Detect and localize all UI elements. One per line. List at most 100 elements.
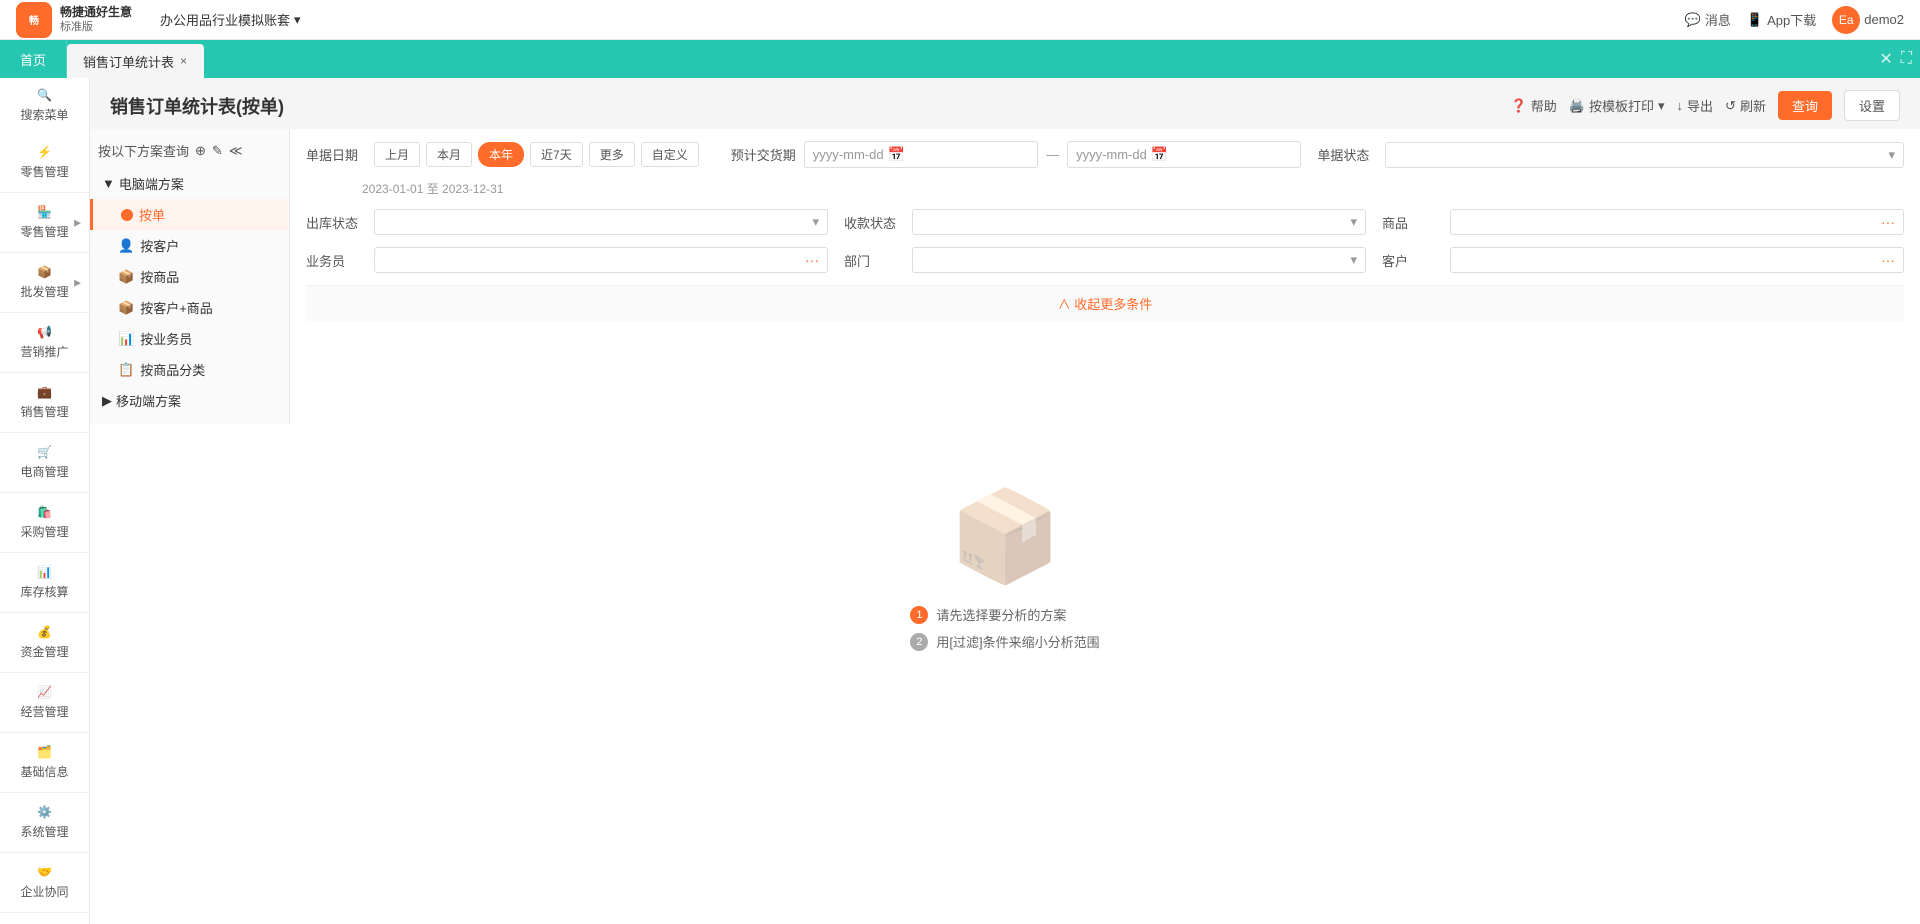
help-btn[interactable]: ❓ 帮助	[1511, 96, 1557, 115]
tree-item-by-customer-product[interactable]: 📦 按客户+商品	[90, 292, 289, 323]
system-icon: ⚙️	[37, 805, 52, 819]
sidebar-item-newguide[interactable]: 🌟 新手引导	[0, 913, 89, 924]
salesperson-icon: 📊	[118, 331, 134, 347]
query-btn[interactable]: 查询	[1778, 91, 1832, 120]
page-header-actions: ❓ 帮助 🖨️ 按模板打印 ▾ ↓ 导出 ↺ 刷新 查询 设置	[1511, 90, 1900, 121]
brand-version: 标准版	[60, 20, 132, 34]
sidebar-item-inventory[interactable]: 📊 库存核算	[0, 553, 89, 613]
user-area[interactable]: Ea demo2	[1832, 6, 1904, 34]
sidebar-item-finance[interactable]: 💰 资金管理	[0, 613, 89, 673]
tab-close-window-icon[interactable]: ✕	[1879, 49, 1892, 69]
customer-dots-icon[interactable]: ···	[1881, 252, 1895, 268]
tree-item-by-order[interactable]: 按单	[90, 199, 289, 230]
product-dots-icon[interactable]: ···	[1881, 214, 1895, 230]
date-btn-this-month[interactable]: 本月	[426, 142, 472, 167]
expected-date-start[interactable]: yyyy-mm-dd 📅	[804, 141, 1038, 168]
export-btn[interactable]: ↓ 导出	[1677, 96, 1714, 115]
calendar-start-icon[interactable]: 📅	[888, 146, 905, 163]
sidebar-item-marketing[interactable]: 📢 营销推广	[0, 313, 89, 373]
hint-num-2: 2	[910, 633, 928, 651]
date-filter-label: 单据日期	[306, 145, 366, 164]
tab-maximize-icon[interactable]: ⛶	[1901, 50, 1912, 68]
empty-hint-2: 2 用[过滤]条件来缩小分析范围	[910, 632, 1099, 651]
inventory-label: 库存核算	[20, 583, 68, 600]
retail-label: 零售管理	[20, 223, 68, 240]
sidebar-item-operation[interactable]: 📈 经营管理	[0, 673, 89, 733]
message-icon: 💬	[1685, 12, 1701, 28]
salesperson-dots-icon[interactable]: ···	[805, 252, 819, 268]
department-select[interactable]: ▾	[912, 247, 1366, 273]
company-selector[interactable]: 办公用品行业模拟账套 ▾	[160, 10, 301, 29]
tree-mobile-expand-icon: ▶	[102, 393, 112, 409]
collapse-bar[interactable]: ∧ 收起更多条件	[306, 285, 1904, 321]
sidebar-item-retail[interactable]: 🏪 零售管理	[0, 193, 89, 253]
refresh-btn[interactable]: ↺ 刷新	[1725, 96, 1766, 115]
tab-home[interactable]: 首页	[0, 40, 67, 78]
help-label: 帮助	[1531, 96, 1557, 115]
hint-text-1: 请先选择要分析的方案	[936, 605, 1066, 624]
empty-hint-1: 1 请先选择要分析的方案	[910, 605, 1099, 624]
brand-info: 畅捷通好生意 标准版	[60, 5, 132, 35]
sidebar-item-system[interactable]: ⚙️ 系统管理	[0, 793, 89, 853]
date-btn-more[interactable]: 更多	[589, 142, 635, 167]
sidebar-item-basic[interactable]: 🗂️ 基础信息	[0, 733, 89, 793]
template-print-btn[interactable]: 🖨️ 按模板打印 ▾	[1569, 96, 1665, 115]
page-content: 按以下方案查询 ⊕ ✎ ≪ ▼ 电脑端方案 按单 👤	[90, 129, 1920, 924]
finance-label: 资金管理	[20, 643, 68, 660]
tree-item-by-category[interactable]: 📋 按商品分类	[90, 354, 289, 385]
settings-btn[interactable]: 设置	[1844, 90, 1900, 121]
sidebar-item-shortcut[interactable]: ⚡ 零售管理	[0, 133, 89, 193]
date-btn-this-year[interactable]: 本年	[478, 142, 524, 167]
filter-panel: 按以下方案查询 ⊕ ✎ ≪ ▼ 电脑端方案 按单 👤	[90, 129, 1920, 424]
date-btn-last-month[interactable]: 上月	[374, 142, 420, 167]
marketing-icon: 📢	[37, 325, 52, 339]
product-input[interactable]: ···	[1450, 209, 1904, 235]
sidebar-item-enterprise[interactable]: 🤝 企业协同	[0, 853, 89, 913]
date-btn-custom[interactable]: 自定义	[641, 142, 699, 167]
calendar-end-icon[interactable]: 📅	[1151, 146, 1168, 163]
sidebar-item-purchase[interactable]: 🛍️ 采购管理	[0, 493, 89, 553]
tree-item-by-customer-label: 按客户	[140, 236, 179, 255]
customer-input[interactable]: ···	[1450, 247, 1904, 273]
marketing-label: 营销推广	[20, 343, 68, 360]
tree-edit-icon[interactable]: ✎	[212, 143, 223, 159]
tree-group-desktop[interactable]: ▼ 电脑端方案	[90, 168, 289, 199]
tree-item-by-salesperson-label: 按业务员	[140, 329, 192, 348]
tab-sales-order-label: 销售订单统计表	[83, 52, 174, 71]
date-buttons-group: 上月 本月 本年 近7天 更多 自定义	[374, 142, 699, 167]
tree-group-mobile[interactable]: ▶ 移动端方案	[90, 385, 289, 416]
order-status-select[interactable]: ▾	[1385, 142, 1904, 168]
tab-close-icon[interactable]: ×	[180, 54, 187, 68]
purchase-icon: 🛍️	[37, 505, 52, 519]
sidebar-item-ecommerce[interactable]: 🛒 电商管理	[0, 433, 89, 493]
sales-icon: 💼	[37, 385, 52, 399]
search-icon: 🔍	[37, 88, 52, 102]
message-btn[interactable]: 💬 消息	[1685, 10, 1731, 29]
sidebar: 🔍 搜索菜单 ⚡ 零售管理 🏪 零售管理 📦 批发管理 📢 营销推广 💼 销售管…	[0, 78, 90, 924]
payment-status-select[interactable]: ▾	[912, 209, 1366, 235]
search-menu-btn[interactable]: 🔍 搜索菜单	[0, 78, 89, 133]
brand-name: 畅捷通好生意	[60, 5, 132, 21]
department-arrow-icon: ▾	[1350, 252, 1357, 268]
date-btn-last-7days[interactable]: 近7天	[530, 142, 583, 167]
sidebar-item-sales[interactable]: 💼 销售管理	[0, 373, 89, 433]
tree-item-by-salesperson[interactable]: 📊 按业务员	[90, 323, 289, 354]
product-icon: 📦	[118, 269, 134, 285]
tree-item-by-customer[interactable]: 👤 按客户	[90, 230, 289, 261]
shipment-status-cell: 出库状态 ▾	[306, 209, 828, 235]
tabbar: 首页 销售订单统计表 × ✕ ⛶	[0, 40, 1920, 78]
tree-collapse-icon[interactable]: ≪	[229, 143, 243, 159]
tree-item-by-order-label: 按单	[139, 205, 165, 224]
tab-sales-order[interactable]: 销售订单统计表 ×	[67, 44, 204, 78]
export-label: 导出	[1687, 96, 1713, 115]
payment-status-arrow-icon: ▾	[1350, 214, 1357, 230]
expected-date-end[interactable]: yyyy-mm-dd 📅	[1067, 141, 1301, 168]
shipment-status-select[interactable]: ▾	[374, 209, 828, 235]
sidebar-item-wholesale[interactable]: 📦 批发管理	[0, 253, 89, 313]
tree-item-by-product[interactable]: 📦 按商品	[90, 261, 289, 292]
app-download-btn[interactable]: 📱 App下载	[1747, 10, 1816, 29]
tree-add-icon[interactable]: ⊕	[195, 143, 206, 159]
salesperson-input[interactable]: ···	[374, 247, 828, 273]
order-status-label: 单据状态	[1317, 145, 1377, 164]
tree-toolbar: 按以下方案查询 ⊕ ✎ ≪	[90, 137, 289, 164]
